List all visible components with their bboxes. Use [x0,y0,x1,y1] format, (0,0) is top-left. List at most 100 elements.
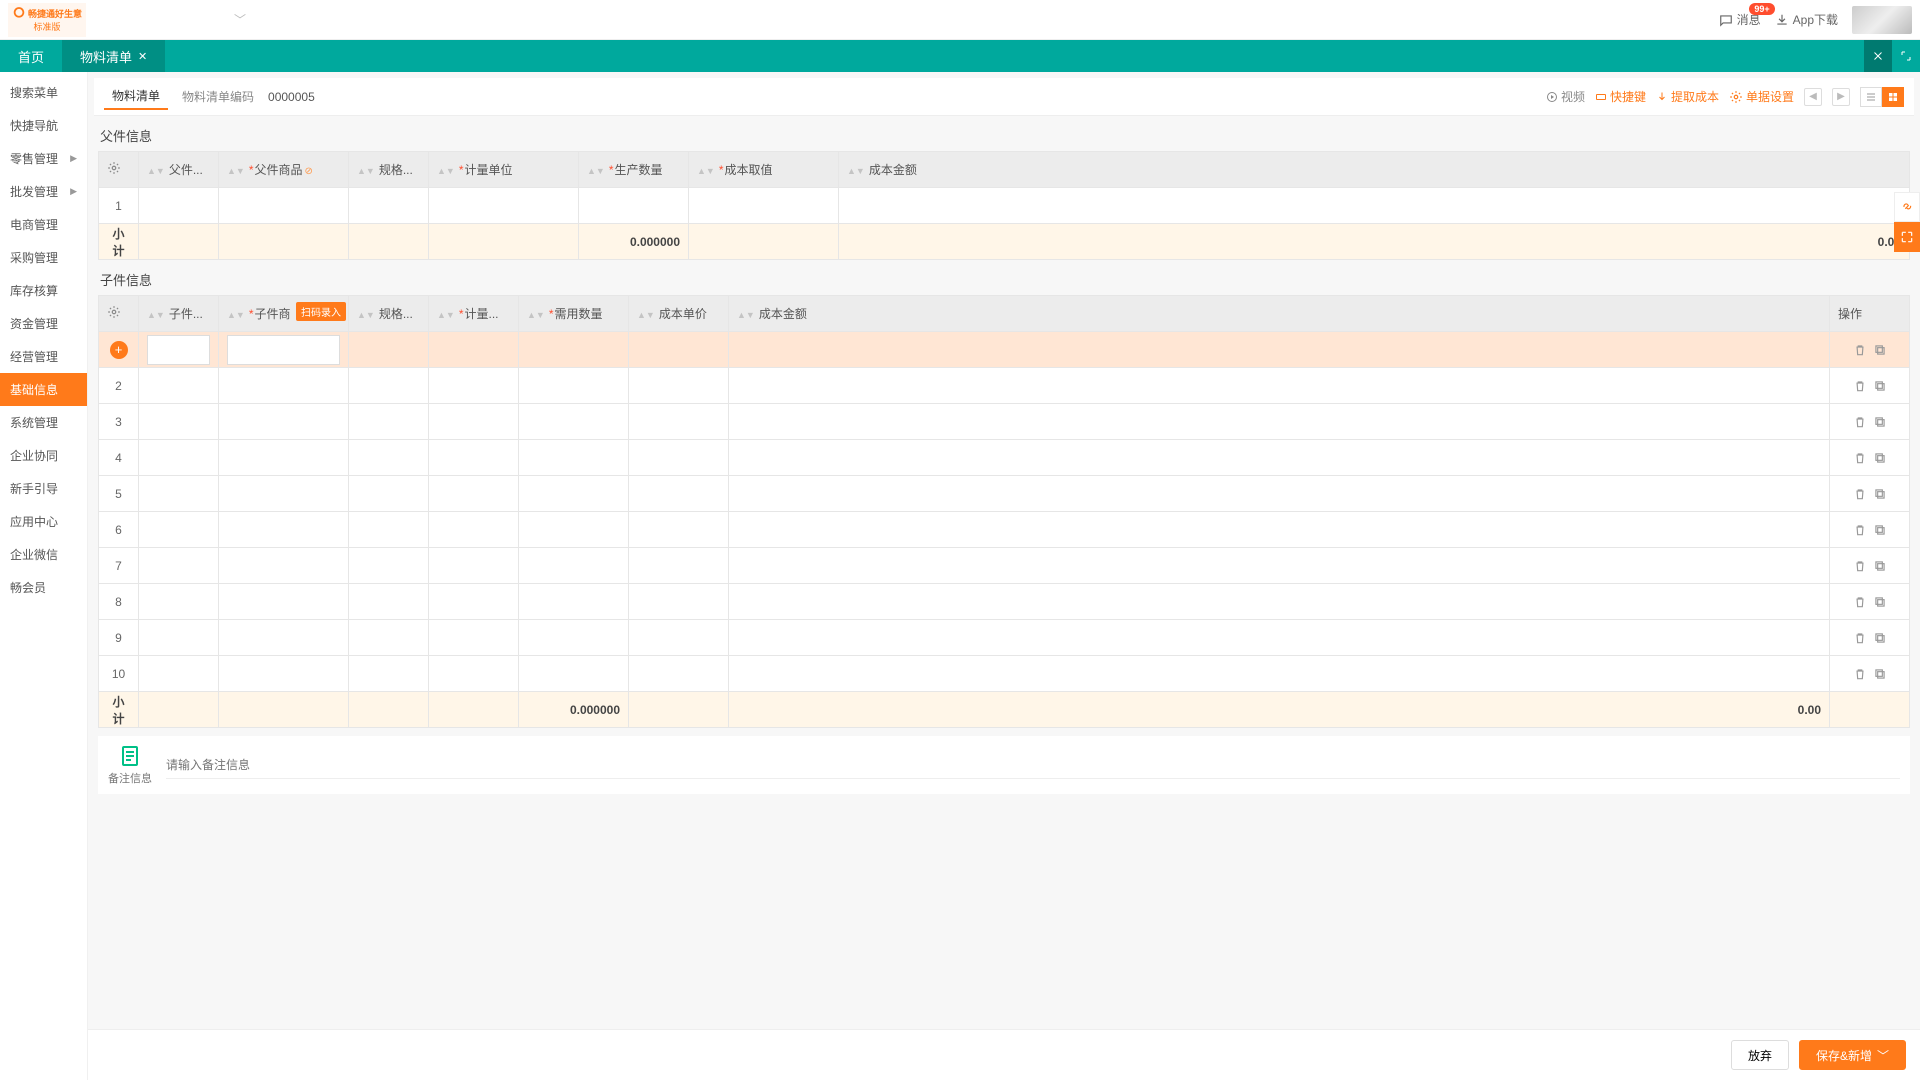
close-icon[interactable]: ✕ [138,50,147,63]
table-row[interactable]: 1 [99,188,1910,224]
sidebar-item-10[interactable]: 系统管理 [0,406,87,439]
table-row[interactable]: 4 [99,440,1910,476]
fullscreen-button[interactable] [1892,40,1920,72]
messages-link[interactable]: 消息 99+ [1719,11,1761,28]
delete-icon[interactable] [1853,595,1867,609]
view-list-button[interactable] [1860,87,1882,107]
gear-icon [107,161,121,175]
col-parent-qty[interactable]: ▲▼*生产数量 [579,152,689,188]
delete-icon[interactable] [1853,451,1867,465]
table-row[interactable]: 3 [99,404,1910,440]
sidebar-item-3[interactable]: 批发管理▶ [0,175,87,208]
caret-icon: ▶ [70,186,77,197]
col-child-spec[interactable]: ▲▼规格... [349,296,429,332]
col-child-qty[interactable]: ▲▼*需用数量 [519,296,629,332]
col-child-unit[interactable]: ▲▼*计量... [429,296,519,332]
sidebar-item-6[interactable]: 库存核算 [0,274,87,307]
video-link[interactable]: 视频 [1546,88,1585,105]
delete-icon[interactable] [1853,559,1867,573]
sidebar-item-4[interactable]: 电商管理 [0,208,87,241]
copy-icon[interactable] [1873,595,1887,609]
extract-cost-link[interactable]: 提取成本 [1656,88,1719,105]
scan-input-tag[interactable]: 扫码录入 [296,302,346,321]
delete-icon[interactable] [1853,523,1867,537]
col-parent-amount[interactable]: ▲▼成本金额 [839,152,1910,188]
doc-settings-link[interactable]: 单据设置 [1729,88,1794,105]
sidebar-item-11[interactable]: 企业协同 [0,439,87,472]
sidebar-item-7[interactable]: 资金管理 [0,307,87,340]
sidebar-item-9[interactable]: 基础信息 [0,373,87,406]
sidebar-item-8[interactable]: 经营管理 [0,340,87,373]
table-row[interactable]: 8 [99,584,1910,620]
copy-icon[interactable] [1873,379,1887,393]
table-row[interactable]: 5 [99,476,1910,512]
table-row[interactable]: 2 [99,368,1910,404]
col-parent-unit[interactable]: ▲▼*计量单位 [429,152,579,188]
tab-home[interactable]: 首页 [0,40,62,72]
col-child-price[interactable]: ▲▼成本单价 [629,296,729,332]
col-parent-costsrc[interactable]: ▲▼*成本取值 [689,152,839,188]
org-selector[interactable]: ﹀ [94,7,254,33]
copy-icon[interactable] [1873,631,1887,645]
sidebar-item-14[interactable]: 企业微信 [0,538,87,571]
footer: 放弃 保存&新增 ﹀ [88,1029,1920,1080]
avatar[interactable] [1852,6,1912,34]
sub-tab-bom[interactable]: 物料清单 [104,83,168,110]
sidebar-item-12[interactable]: 新手引导 [0,472,87,505]
child-table: ▲▼子件... ▲▼*子件商扫码录入 ▲▼规格... ▲▼*计量... ▲▼*需… [98,295,1910,728]
tab-bom[interactable]: 物料清单 ✕ [62,40,165,72]
copy-icon[interactable] [1873,451,1887,465]
cancel-button[interactable]: 放弃 [1731,1040,1789,1070]
delete-icon[interactable] [1853,379,1867,393]
add-row-button[interactable]: + [110,341,128,359]
view-form-button[interactable] [1882,87,1904,107]
copy-icon[interactable] [1873,343,1887,357]
tab-close-all-button[interactable] [1864,40,1892,72]
copy-icon[interactable] [1873,559,1887,573]
copy-icon[interactable] [1873,487,1887,501]
brand-edition: 标准版 [33,20,60,33]
parent-table: ▲▼父件... ▲▼*父件商品⊘ ▲▼规格... ▲▼*计量单位 ▲▼*生产数量… [98,151,1910,260]
child-prod-input[interactable] [227,335,340,365]
list-icon [1865,91,1877,103]
gear-col[interactable] [99,152,139,188]
gear-col[interactable] [99,296,139,332]
table-row[interactable]: + [99,332,1910,368]
col-parent-spec[interactable]: ▲▼规格... [349,152,429,188]
delete-icon[interactable] [1853,487,1867,501]
child-code-input[interactable] [147,335,210,365]
table-row[interactable]: 7 [99,548,1910,584]
next-button[interactable]: ▶ [1832,88,1850,106]
table-row[interactable]: 10 [99,656,1910,692]
float-expand-button[interactable] [1894,222,1920,252]
sidebar-item-15[interactable]: 畅会员 [0,571,87,604]
app-download-link[interactable]: App下载 [1775,11,1838,28]
sidebar-item-2[interactable]: 零售管理▶ [0,142,87,175]
table-row[interactable]: 9 [99,620,1910,656]
sidebar-item-13[interactable]: 应用中心 [0,505,87,538]
sidebar-item-1[interactable]: 快捷导航 [0,109,87,142]
delete-icon[interactable] [1853,415,1867,429]
col-child-amount[interactable]: ▲▼成本金额 [729,296,1830,332]
table-row[interactable]: 6 [99,512,1910,548]
col-parent-code[interactable]: ▲▼父件... [139,152,219,188]
col-child-code[interactable]: ▲▼子件... [139,296,219,332]
sidebar-item-0[interactable]: 搜索菜单 [0,76,87,109]
prev-button[interactable]: ◀ [1804,88,1822,106]
save-add-button[interactable]: 保存&新增 ﹀ [1799,1040,1906,1070]
col-parent-prod[interactable]: ▲▼*父件商品⊘ [219,152,349,188]
float-edit-button[interactable] [1894,192,1920,222]
sidebar-item-5[interactable]: 采购管理 [0,241,87,274]
copy-icon[interactable] [1873,667,1887,681]
delete-icon[interactable] [1853,343,1867,357]
copy-icon[interactable] [1873,415,1887,429]
remark-input[interactable] [166,751,1900,779]
help-icon[interactable]: ⊘ [305,166,313,177]
delete-icon[interactable] [1853,667,1867,681]
copy-icon[interactable] [1873,523,1887,537]
delete-icon[interactable] [1853,631,1867,645]
chevron-down-icon: ﹀ [1877,1047,1889,1064]
shortcut-link[interactable]: 快捷键 [1595,88,1646,105]
col-child-prod[interactable]: ▲▼*子件商扫码录入 [219,296,349,332]
top-header: 畅捷通好生意 标准版 ﹀ 消息 99+ App下载 [0,0,1920,40]
